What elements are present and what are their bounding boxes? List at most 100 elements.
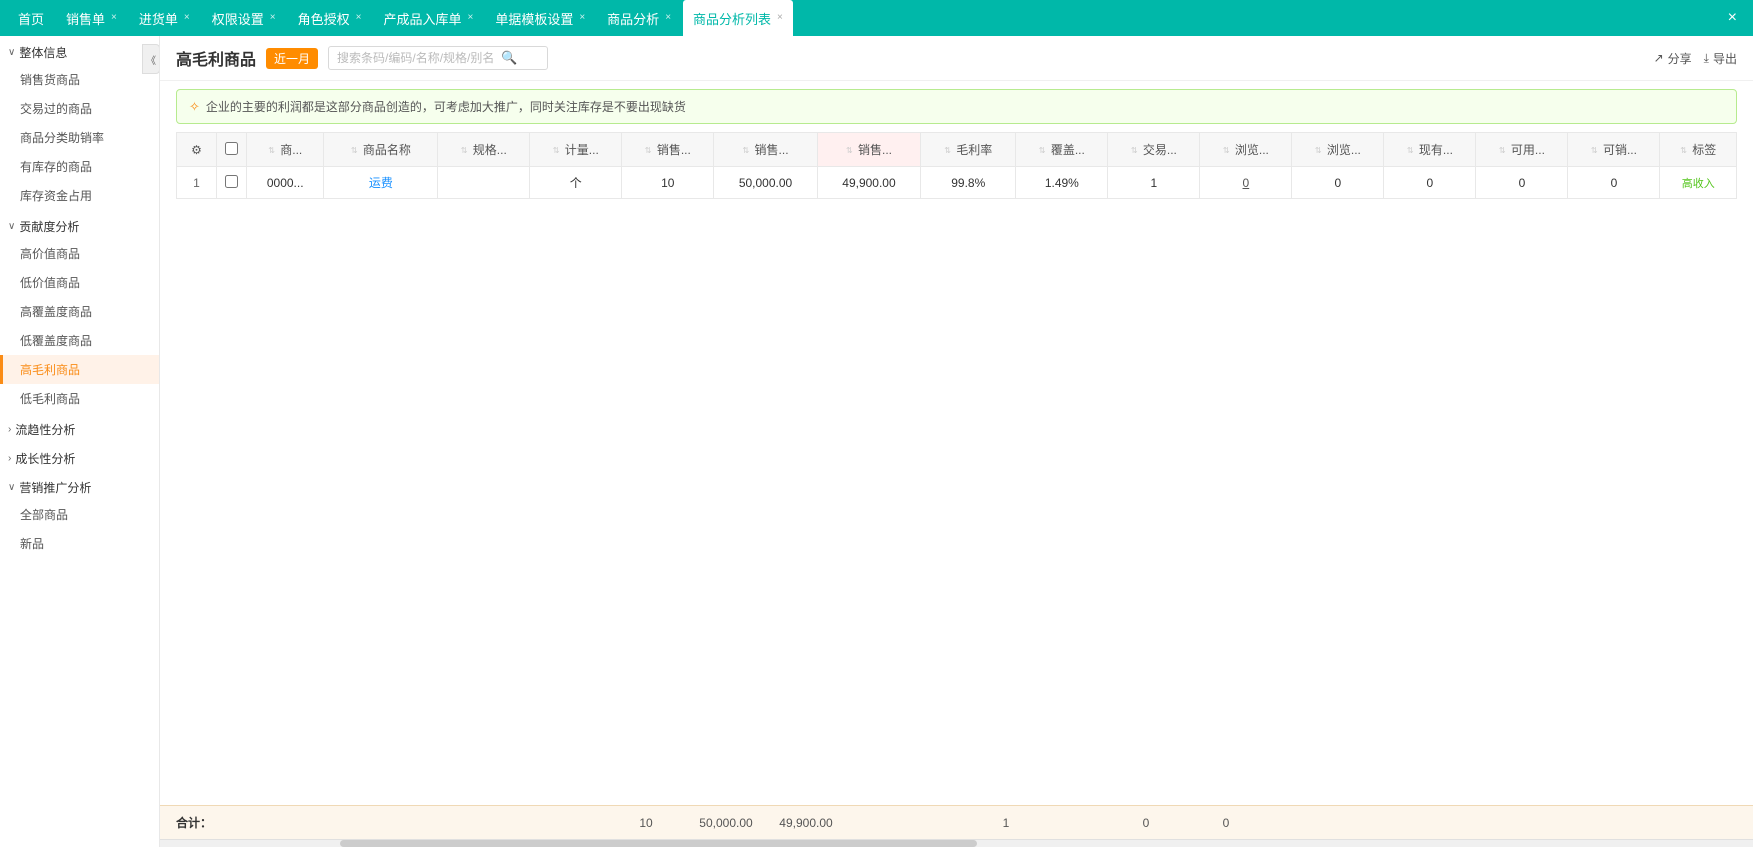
close-icon[interactable]: × — [184, 13, 190, 23]
close-icon[interactable]: × — [356, 13, 362, 23]
sidebar-item-low-coverage[interactable]: 低覆盖度商品 — [0, 326, 159, 355]
nav-item-analysis-list[interactable]: 商品分析列表 × — [683, 0, 793, 36]
col-sort-icon: ⇅ — [553, 146, 560, 155]
close-icon[interactable]: × — [579, 13, 585, 23]
col-current-stock[interactable]: ⇅ 现有... — [1384, 133, 1476, 167]
close-icon[interactable]: × — [111, 13, 117, 23]
close-icon[interactable]: × — [777, 13, 783, 23]
col-sales-cost[interactable]: ⇅ 销售... — [817, 133, 920, 167]
col-sort-icon: ⇅ — [944, 146, 951, 155]
col-sort-icon: ⇅ — [1223, 146, 1230, 155]
nav-item-template[interactable]: 单据模板设置 × — [485, 0, 595, 36]
col-tag[interactable]: ⇅ 标签 — [1660, 133, 1737, 167]
footer-label: 合计： — [176, 814, 256, 831]
sidebar-item-stock-capital[interactable]: 库存资金占用 — [0, 181, 159, 210]
row-unit: 个 — [530, 167, 622, 199]
col-available[interactable]: ⇅ 可用... — [1476, 133, 1568, 167]
col-spec[interactable]: ⇅ 规格... — [438, 133, 530, 167]
select-all-checkbox[interactable] — [225, 142, 238, 155]
window-close-button[interactable]: × — [1720, 9, 1745, 27]
sidebar-item-in-stock[interactable]: 有库存的商品 — [0, 152, 159, 181]
sidebar-item-category-rate[interactable]: 商品分类助销率 — [0, 123, 159, 152]
sidebar-item-high-margin[interactable]: 高毛利商品 — [0, 355, 159, 384]
sidebar-collapse-button[interactable]: 《 — [142, 44, 160, 74]
col-sort-icon: ⇅ — [846, 146, 853, 155]
row-views1[interactable]: 0 — [1200, 167, 1292, 199]
time-filter-button[interactable]: 近一月 — [266, 48, 318, 69]
horizontal-scrollbar[interactable] — [160, 839, 1753, 847]
nav-item-sales[interactable]: 销售单 × — [56, 0, 127, 36]
search-box: 🔍 — [328, 46, 548, 70]
nav-item-permission[interactable]: 权限设置 × — [202, 0, 286, 36]
main-layout: 《 ∨ 整体信息 销售货商品 交易过的商品 商品分类助销率 有库存的商品 库存资… — [0, 36, 1753, 847]
sidebar-item-high-value[interactable]: 高价值商品 — [0, 239, 159, 268]
col-settings[interactable]: ⚙ — [177, 133, 217, 167]
nav-item-purchase[interactable]: 进货单 × — [129, 0, 200, 36]
content-area: 高毛利商品 近一月 🔍 ↗ 分享 ⤓ 导出 ✧ 企业的主要的利润都是这部分商品创… — [160, 36, 1753, 847]
share-button[interactable]: ↗ 分享 — [1654, 50, 1692, 67]
sidebar-item-all-goods[interactable]: 全部商品 — [0, 500, 159, 529]
table-container: ⚙ ⇅ 商... ⇅ 商品名称 ⇅ — [160, 132, 1753, 805]
search-icon[interactable]: 🔍 — [501, 50, 517, 66]
col-sellable[interactable]: ⇅ 可销... — [1568, 133, 1660, 167]
row-code: 0000... — [247, 167, 324, 199]
row-available: 0 — [1476, 167, 1568, 199]
footer-sales-cost: 49,900.00 — [766, 816, 846, 830]
col-sort-icon: ⇅ — [743, 146, 750, 155]
sidebar-group-overall[interactable]: ∨ 整体信息 — [0, 36, 159, 65]
row-checkbox[interactable] — [225, 175, 238, 188]
sidebar-group-growth[interactable]: › 成长性分析 — [0, 442, 159, 471]
nav-item-role[interactable]: 角色授权 × — [288, 0, 372, 36]
col-sort-icon: ⇅ — [1499, 146, 1506, 155]
chevron-right-icon: › — [8, 424, 11, 435]
row-num: 1 — [177, 167, 217, 199]
col-sort-icon: ⇅ — [1131, 146, 1138, 155]
sidebar-group-contribution[interactable]: ∨ 贡献度分析 — [0, 210, 159, 239]
sidebar-item-low-value[interactable]: 低价值商品 — [0, 268, 159, 297]
footer-views2: 0 — [1106, 816, 1186, 830]
col-code[interactable]: ⇅ 商... — [247, 133, 324, 167]
close-icon[interactable]: × — [270, 13, 276, 23]
sidebar-item-traded-goods[interactable]: 交易过的商品 — [0, 94, 159, 123]
info-banner: ✧ 企业的主要的利润都是这部分商品创造的，可考虑加大推广，同时关注库存是不要出现… — [176, 89, 1737, 124]
chevron-down-icon: ∨ — [8, 482, 15, 493]
sidebar-group-marketing[interactable]: ∨ 营销推广分析 — [0, 471, 159, 500]
col-sales-amount[interactable]: ⇅ 销售... — [714, 133, 817, 167]
sidebar-group-flow[interactable]: › 流趋性分析 — [0, 413, 159, 442]
export-button[interactable]: ⤓ 导出 — [1704, 50, 1737, 67]
header-actions: ↗ 分享 ⤓ 导出 — [1654, 50, 1737, 67]
scrollbar-thumb[interactable] — [340, 840, 977, 847]
close-icon[interactable]: × — [665, 13, 671, 23]
row-coverage: 1.49% — [1016, 167, 1108, 199]
col-transaction[interactable]: ⇅ 交易... — [1108, 133, 1200, 167]
col-coverage[interactable]: ⇅ 覆盖... — [1016, 133, 1108, 167]
footer-transaction: 1 — [966, 816, 1046, 830]
col-unit[interactable]: ⇅ 计量... — [530, 133, 622, 167]
search-input[interactable] — [337, 51, 497, 65]
col-sort-icon: ⇅ — [1039, 146, 1046, 155]
data-table: ⚙ ⇅ 商... ⇅ 商品名称 ⇅ — [176, 132, 1737, 199]
page-title: 高毛利商品 — [176, 46, 256, 70]
col-sort-icon: ⇅ — [268, 146, 275, 155]
content-header: 高毛利商品 近一月 🔍 ↗ 分享 ⤓ 导出 — [160, 36, 1753, 81]
close-icon[interactable]: × — [467, 13, 473, 23]
col-sort-icon: ⇅ — [1680, 146, 1687, 155]
table-header-row: ⚙ ⇅ 商... ⇅ 商品名称 ⇅ — [177, 133, 1737, 167]
col-name[interactable]: ⇅ 商品名称 — [324, 133, 438, 167]
nav-item-product-stock[interactable]: 产成品入库单 × — [373, 0, 483, 36]
col-sales-qty[interactable]: ⇅ 销售... — [622, 133, 714, 167]
col-views1[interactable]: ⇅ 浏览... — [1200, 133, 1292, 167]
col-views2[interactable]: ⇅ 浏览... — [1292, 133, 1384, 167]
nav-item-analysis[interactable]: 商品分析 × — [597, 0, 681, 36]
col-checkbox — [217, 133, 247, 167]
sidebar-item-high-coverage[interactable]: 高覆盖度商品 — [0, 297, 159, 326]
sidebar: 《 ∨ 整体信息 销售货商品 交易过的商品 商品分类助销率 有库存的商品 库存资… — [0, 36, 160, 847]
sidebar-item-sales-goods[interactable]: 销售货商品 — [0, 65, 159, 94]
footer-sales-qty: 10 — [606, 816, 686, 830]
info-icon: ✧ — [189, 99, 200, 115]
col-gross-margin[interactable]: ⇅ 毛利率 — [921, 133, 1016, 167]
sidebar-item-new-goods[interactable]: 新品 — [0, 529, 159, 558]
row-name[interactable]: 运费 — [324, 167, 438, 199]
sidebar-item-low-margin[interactable]: 低毛利商品 — [0, 384, 159, 413]
nav-item-home[interactable]: 首页 — [8, 0, 54, 36]
